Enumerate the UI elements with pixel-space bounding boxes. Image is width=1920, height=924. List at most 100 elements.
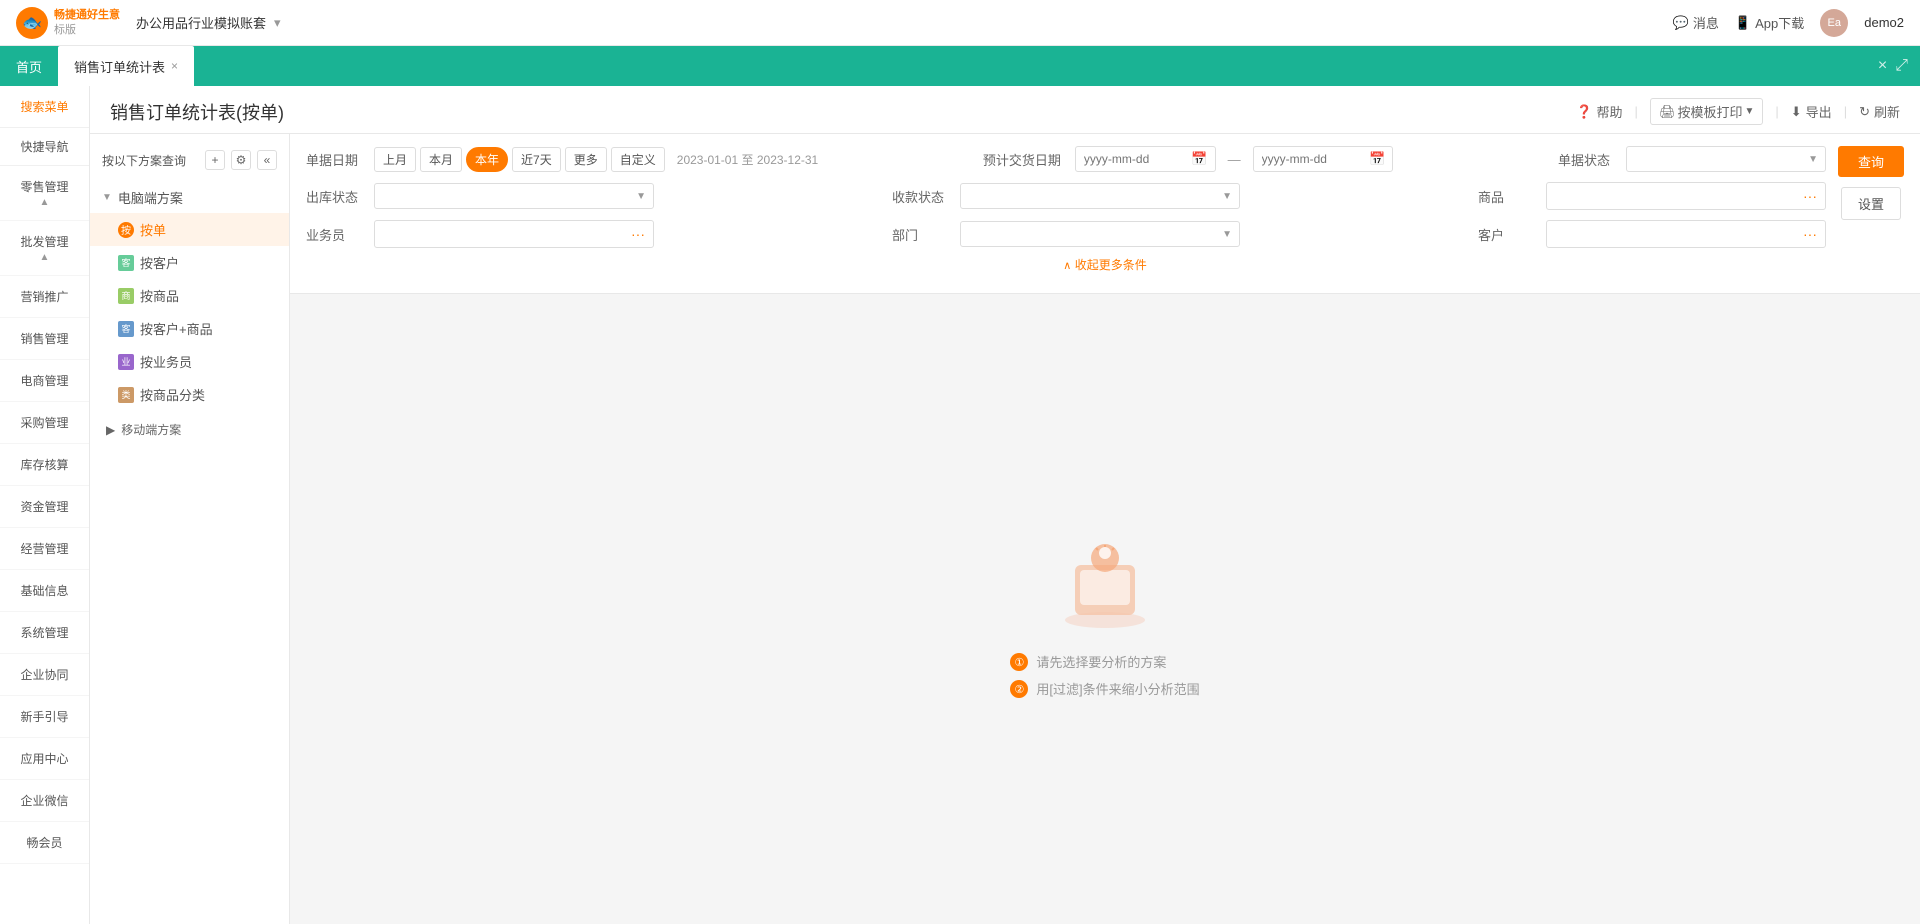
payment-status-select[interactable]	[960, 183, 1240, 209]
nav-item-purchase[interactable]: 采购管理	[0, 402, 89, 444]
tab-sales-order-stats[interactable]: 销售订单统计表 ×	[58, 46, 194, 86]
logo-area: 🐟 畅捷通好生意 标版	[16, 7, 120, 39]
status-select[interactable]	[1626, 146, 1826, 172]
department-select[interactable]	[960, 221, 1240, 247]
help-button[interactable]: ❓ 帮助	[1576, 102, 1622, 121]
nav-item-inventory[interactable]: 库存核算	[0, 444, 89, 486]
nav-item-guide[interactable]: 新手引导	[0, 696, 89, 738]
date-range-text: 2023-01-01 至 2023-12-31	[677, 151, 818, 168]
predicted-date-to-input: 📅	[1253, 146, 1394, 172]
nav-item-enterprise[interactable]: 企业协同	[0, 654, 89, 696]
status-label: 单据状态	[1558, 150, 1614, 169]
scheme-collapse-button[interactable]: «	[257, 150, 277, 170]
calendar-from-icon[interactable]: 📅	[1191, 151, 1207, 167]
nav-item-app[interactable]: 应用中心	[0, 738, 89, 780]
action-buttons: 查询 设置	[1838, 146, 1904, 248]
print-button[interactable]: 🖨 按模板打印 ▼	[1650, 98, 1763, 125]
page-header: 销售订单统计表(按单) ❓ 帮助 | 🖨 按模板打印 ▼ | ⬇ 导出 |	[90, 86, 1920, 134]
scheme-mobile-group: ▶ 移动端方案	[90, 415, 289, 444]
custom-btn[interactable]: 自定义	[611, 147, 665, 172]
nav-item-member[interactable]: 畅会员	[0, 822, 89, 864]
tab-close-window-icon[interactable]: ×	[1878, 57, 1887, 75]
customer-label: 客户	[1478, 225, 1534, 244]
print-icon: 🖨	[1659, 104, 1676, 120]
scheme-item-icon-bar: 业	[118, 354, 134, 370]
scheme-item-icon-sq3: 客	[118, 321, 134, 337]
tab-maximize-icon[interactable]: ⤢	[1895, 57, 1908, 75]
nav-item-marketing[interactable]: 营销推广	[0, 276, 89, 318]
phone-icon: 📱	[1735, 15, 1751, 31]
last7-btn[interactable]: 近7天	[512, 147, 561, 172]
calendar-to-icon[interactable]: 📅	[1369, 151, 1385, 167]
nav-item-basic-info[interactable]: 基础信息	[0, 570, 89, 612]
nav-search[interactable]: 搜索菜单	[0, 86, 89, 128]
nav-item-wechat[interactable]: 企业微信	[0, 780, 89, 822]
tab-bar-right: × ⤢	[1878, 57, 1920, 75]
empty-state: ① 请先选择要分析的方案 ② 用[过滤]条件来缩小分析范围	[1010, 520, 1199, 698]
goods-ellipsis[interactable]: ···	[1803, 188, 1817, 204]
salesperson-ellipsis[interactable]: ···	[631, 226, 645, 242]
nav-item-operations[interactable]: 经营管理	[0, 528, 89, 570]
nav-item-finance[interactable]: 资金管理	[0, 486, 89, 528]
more-btn[interactable]: 更多	[565, 147, 607, 172]
goods-input-area[interactable]: ···	[1546, 182, 1826, 210]
last-month-btn[interactable]: 上月	[374, 147, 416, 172]
this-year-btn[interactable]: 本年	[466, 147, 508, 172]
scheme-item-icon-sq2: 商	[118, 288, 134, 304]
export-button[interactable]: ⬇ 导出	[1791, 102, 1832, 121]
hint-num-1: ①	[1010, 653, 1028, 671]
date-dash: —	[1228, 152, 1241, 167]
logo-text: 畅捷通好生意 标版	[54, 8, 120, 37]
breadcrumb-arrow[interactable]: ▾	[274, 15, 281, 31]
delivery-status-select[interactable]	[374, 183, 654, 209]
print-dropdown-arrow: ▼	[1744, 106, 1754, 117]
goods-label: 商品	[1478, 187, 1534, 206]
nav-quick[interactable]: 快捷导航	[0, 128, 89, 166]
scheme-item-by-goods[interactable]: 商 按商品	[90, 279, 289, 312]
payment-status-select-wrapper: ▼	[960, 183, 1240, 209]
top-bar-left: 🐟 畅捷通好生意 标版 办公用品行业模拟账套 ▾	[16, 7, 281, 39]
nav-item-wholesale[interactable]: 批发管理 ▲	[0, 221, 89, 276]
payment-status-label: 收款状态	[892, 187, 948, 206]
settings-button[interactable]: 设置	[1841, 187, 1901, 220]
nav-item-ecommerce[interactable]: 电商管理	[0, 360, 89, 402]
scheme-settings-button[interactable]: ⚙	[231, 150, 251, 170]
predicted-date-label: 预计交货日期	[983, 150, 1063, 169]
empty-icon	[1045, 520, 1165, 640]
refresh-button[interactable]: ↻ 刷新	[1859, 102, 1900, 121]
app-download-button[interactable]: 📱 App下载	[1735, 13, 1804, 32]
scheme-item-by-customer[interactable]: 客 按客户	[90, 246, 289, 279]
empty-hint-2: ② 用[过滤]条件来缩小分析范围	[1010, 679, 1199, 698]
collapse-button[interactable]: ∧ 收起更多条件	[306, 248, 1904, 281]
scheme-mobile-group-header[interactable]: ▶ 移动端方案	[90, 415, 289, 444]
filter-row-3: 业务员 ··· 部门 ▼	[306, 220, 1826, 248]
salesperson-label: 业务员	[306, 225, 362, 244]
scheme-item-by-customer-goods[interactable]: 客 按客户+商品	[90, 312, 289, 345]
salesperson-input-area[interactable]: ···	[374, 220, 654, 248]
customer-input-area[interactable]: ···	[1546, 220, 1826, 248]
user-name[interactable]: demo2	[1864, 15, 1904, 30]
customer-ellipsis[interactable]: ···	[1803, 226, 1817, 242]
tab-home[interactable]: 首页	[0, 46, 58, 86]
left-nav: 搜索菜单 快捷导航 零售管理 ▲ 批发管理 ▲ 营销推广 销售管理 电商管理 采…	[0, 86, 90, 924]
nav-item-retail[interactable]: 零售管理 ▲	[0, 166, 89, 221]
nav-item-system[interactable]: 系统管理	[0, 612, 89, 654]
scheme-pc-group-header[interactable]: ▼ 电脑端方案	[90, 182, 289, 213]
filter-data-area: 单据日期 上月 本月 本年 近7天 更多 自定义	[290, 134, 1920, 924]
scheme-item-by-salesperson[interactable]: 业 按业务员	[90, 345, 289, 378]
message-button[interactable]: 💬 消息	[1673, 13, 1719, 32]
scheme-add-button[interactable]: +	[205, 150, 225, 170]
top-bar-right: 💬 消息 📱 App下载 Ea demo2	[1673, 9, 1904, 37]
scheme-item-by-order[interactable]: 按 按单	[90, 213, 289, 246]
scheme-item-icon-sq: 客	[118, 255, 134, 271]
status-select-wrapper: ▼	[1626, 146, 1826, 172]
nav-item-sales[interactable]: 销售管理	[0, 318, 89, 360]
scheme-item-by-category[interactable]: 类 按商品分类	[90, 378, 289, 411]
inner-layout: 按以下方案查询 + ⚙ « ▼ 电脑端方案 按 按单	[90, 134, 1920, 924]
this-month-btn[interactable]: 本月	[420, 147, 462, 172]
query-button[interactable]: 查询	[1838, 146, 1904, 177]
scheme-item-icon-circle: 按	[118, 222, 134, 238]
tab-close-icon[interactable]: ×	[171, 59, 178, 73]
department-select-wrapper: ▼	[960, 221, 1240, 247]
page-title: 销售订单统计表(按单)	[110, 99, 284, 125]
